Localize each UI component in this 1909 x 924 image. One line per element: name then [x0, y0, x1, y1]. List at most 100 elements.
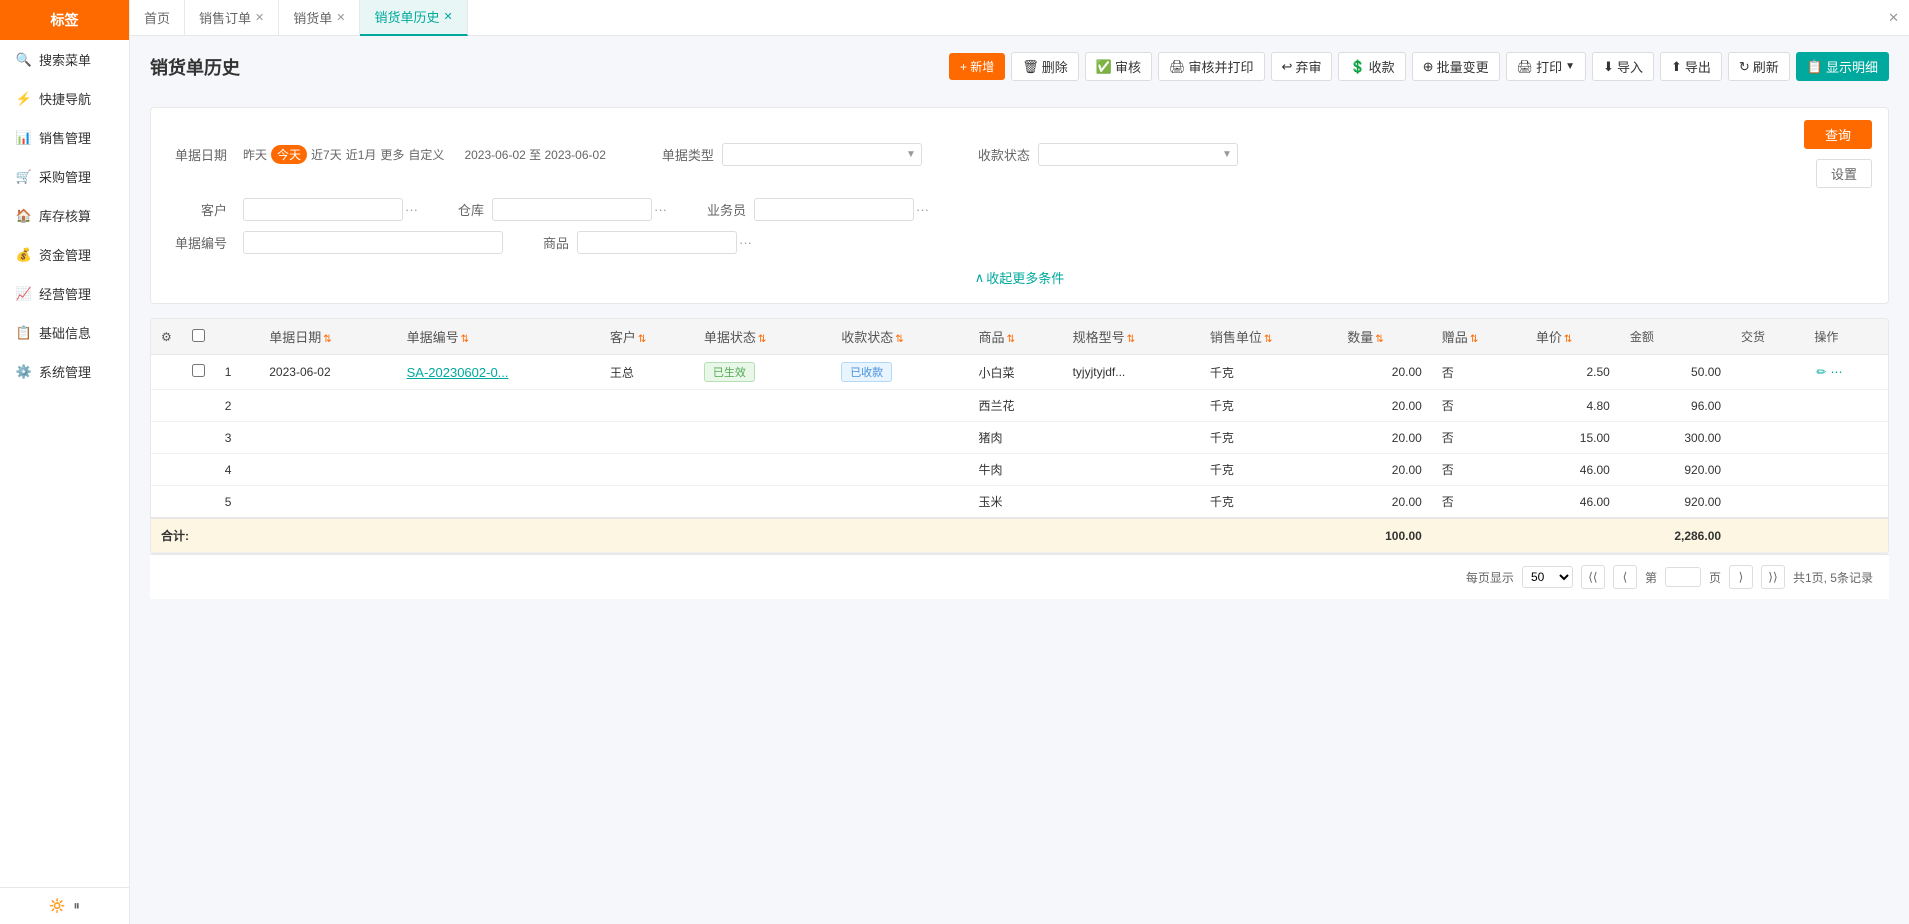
- col-price[interactable]: 单价⇅: [1526, 319, 1620, 355]
- sidebar-item-operations[interactable]: 📈 经营管理: [0, 274, 129, 313]
- sidebar-item-inventory[interactable]: 🏠 库存核算: [0, 196, 129, 235]
- sidebar-item-sales-mgmt[interactable]: 📊 销售管理: [0, 118, 129, 157]
- doc-no-input[interactable]: [243, 231, 503, 254]
- sidebar-item-purchase-mgmt[interactable]: 🛒 采购管理: [0, 157, 129, 196]
- col-qty[interactable]: 数量⇅: [1337, 319, 1432, 355]
- export-button[interactable]: ⬆ 导出: [1660, 52, 1722, 81]
- payment-status-badge: 已收款: [841, 362, 892, 382]
- shortcut-7days[interactable]: 近7天: [311, 146, 342, 163]
- display-button[interactable]: 📋 显示明细: [1796, 52, 1889, 81]
- warehouse-input[interactable]: [492, 198, 652, 221]
- query-button[interactable]: 查询: [1804, 120, 1872, 149]
- payment-status-dropdown-icon[interactable]: ▼: [1222, 149, 1232, 160]
- cell-doc-no: [397, 454, 600, 486]
- tab-bar-close-all[interactable]: ✕: [1888, 10, 1909, 26]
- refresh-button[interactable]: ↻ 刷新: [1728, 52, 1790, 81]
- cell-spec: [1063, 486, 1200, 519]
- more-op-btn[interactable]: ⋯: [1830, 365, 1842, 379]
- collect-button[interactable]: 💲 收款: [1338, 52, 1405, 81]
- set-button[interactable]: 设置: [1816, 159, 1872, 188]
- sidebar-item-system-mgmt[interactable]: ⚙️ 系统管理: [0, 352, 129, 391]
- goods-ellipsis[interactable]: ···: [739, 235, 752, 250]
- batch-change-button[interactable]: ⊕ 批量变更: [1412, 52, 1500, 81]
- prev-page-btn[interactable]: ⟨: [1613, 565, 1637, 589]
- payment-status-input[interactable]: [1038, 143, 1238, 166]
- abandon-button[interactable]: ↩ 弃审: [1271, 52, 1333, 81]
- cell-checkbox[interactable]: [182, 486, 215, 519]
- col-gift[interactable]: 赠品⇅: [1432, 319, 1526, 355]
- sort-goods-icon: ⇅: [1007, 334, 1015, 345]
- col-goods[interactable]: 商品⇅: [969, 319, 1063, 355]
- import-button[interactable]: ⬇ 导入: [1592, 52, 1654, 81]
- per-page-select[interactable]: 50 100 200: [1522, 566, 1573, 588]
- sidebar-item-quick-nav[interactable]: ⚡ 快捷导航: [0, 79, 129, 118]
- audit-print-button[interactable]: 🖨 审核并打印: [1158, 52, 1265, 81]
- tab-sales-goods[interactable]: 销货单 ✕: [279, 0, 360, 36]
- print-button[interactable]: 🖨 打印 ▼: [1506, 52, 1586, 81]
- shortcut-yesterday[interactable]: 昨天: [243, 146, 267, 163]
- col-doc-date[interactable]: 单据日期⇅: [259, 319, 396, 355]
- audit-button[interactable]: ✅ 审核: [1085, 52, 1152, 81]
- shortcut-1month[interactable]: 近1月: [346, 146, 377, 163]
- salesperson-input[interactable]: [754, 198, 914, 221]
- col-settings[interactable]: ⚙: [151, 319, 182, 355]
- edit-op-btn[interactable]: ✏: [1816, 365, 1826, 379]
- new-button[interactable]: + 新增: [949, 53, 1005, 80]
- tab-sales-history-close[interactable]: ✕: [444, 10, 453, 23]
- delete-button[interactable]: 🗑 删除: [1011, 52, 1079, 81]
- customer-label: 客户: [167, 200, 227, 219]
- cell-goods: 西兰花: [969, 390, 1063, 422]
- footer-empty3: [1526, 518, 1620, 553]
- cell-settings: [151, 422, 182, 454]
- first-page-btn[interactable]: ⟨⟨: [1581, 565, 1605, 589]
- tab-sales-goods-label: 销货单: [293, 8, 332, 27]
- warehouse-ellipsis[interactable]: ···: [654, 202, 667, 217]
- doc-type-input[interactable]: [722, 143, 922, 166]
- cell-checkbox[interactable]: [182, 390, 215, 422]
- sidebar-item-search-menu[interactable]: 🔍 搜索菜单: [0, 40, 129, 79]
- date-shortcuts: 昨天 今天 近7天 近1月 更多 自定义: [243, 145, 444, 164]
- customer-ellipsis[interactable]: ···: [405, 202, 418, 217]
- cell-doc-status: [694, 486, 831, 519]
- doc-type-dropdown-icon[interactable]: ▼: [906, 149, 916, 160]
- footer-total-amount: 2,286.00: [1620, 518, 1731, 553]
- col-checkbox[interactable]: [182, 319, 215, 355]
- collect-icon: 💲: [1349, 59, 1365, 75]
- last-page-btn[interactable]: ⟩⟩: [1761, 565, 1785, 589]
- salesperson-ellipsis[interactable]: ···: [916, 202, 929, 217]
- tab-sales-order-close[interactable]: ✕: [255, 11, 264, 24]
- shortcut-custom[interactable]: 自定义: [408, 146, 444, 163]
- col-customer[interactable]: 客户⇅: [600, 319, 694, 355]
- tab-sales-goods-close[interactable]: ✕: [336, 11, 345, 24]
- collapse-btn[interactable]: ∧ 收起更多条件: [167, 264, 1872, 291]
- col-unit[interactable]: 销售单位⇅: [1200, 319, 1337, 355]
- shortcut-more[interactable]: 更多: [380, 146, 404, 163]
- tab-sales-order[interactable]: 销售订单 ✕: [185, 0, 279, 36]
- sidebar-item-label: 搜索菜单: [39, 50, 91, 69]
- col-doc-no[interactable]: 单据编号⇅: [397, 319, 600, 355]
- sidebar-bottom-icon2[interactable]: ⏸: [73, 898, 80, 914]
- doc-no-link[interactable]: SA-20230602-0...: [407, 365, 509, 380]
- sidebar-item-basic-info[interactable]: 📋 基础信息: [0, 313, 129, 352]
- select-all-checkbox[interactable]: [192, 329, 205, 342]
- shortcut-today[interactable]: 今天: [271, 145, 307, 164]
- sidebar-bottom-icon1[interactable]: 🔆: [49, 898, 65, 914]
- cell-amount: 300.00: [1620, 422, 1731, 454]
- goods-input[interactable]: [577, 231, 737, 254]
- customer-input[interactable]: [243, 198, 403, 221]
- col-spec[interactable]: 规格型号⇅: [1063, 319, 1200, 355]
- tab-home[interactable]: 首页: [130, 0, 185, 36]
- tab-sales-history[interactable]: 销货单历史 ✕: [360, 0, 467, 36]
- cell-doc-no: [397, 390, 600, 422]
- col-doc-status[interactable]: 单据状态⇅: [694, 319, 831, 355]
- sidebar-item-label: 系统管理: [39, 362, 91, 381]
- col-payment-status[interactable]: 收款状态⇅: [831, 319, 968, 355]
- cell-checkbox[interactable]: [182, 454, 215, 486]
- sidebar-item-finance[interactable]: 💰 资金管理: [0, 235, 129, 274]
- row-checkbox[interactable]: [192, 364, 205, 377]
- page-number-input[interactable]: 1: [1665, 567, 1701, 587]
- cell-payment-status: [831, 390, 968, 422]
- next-page-btn[interactable]: ⟩: [1729, 565, 1753, 589]
- cell-checkbox[interactable]: [182, 422, 215, 454]
- cell-checkbox[interactable]: [182, 355, 215, 390]
